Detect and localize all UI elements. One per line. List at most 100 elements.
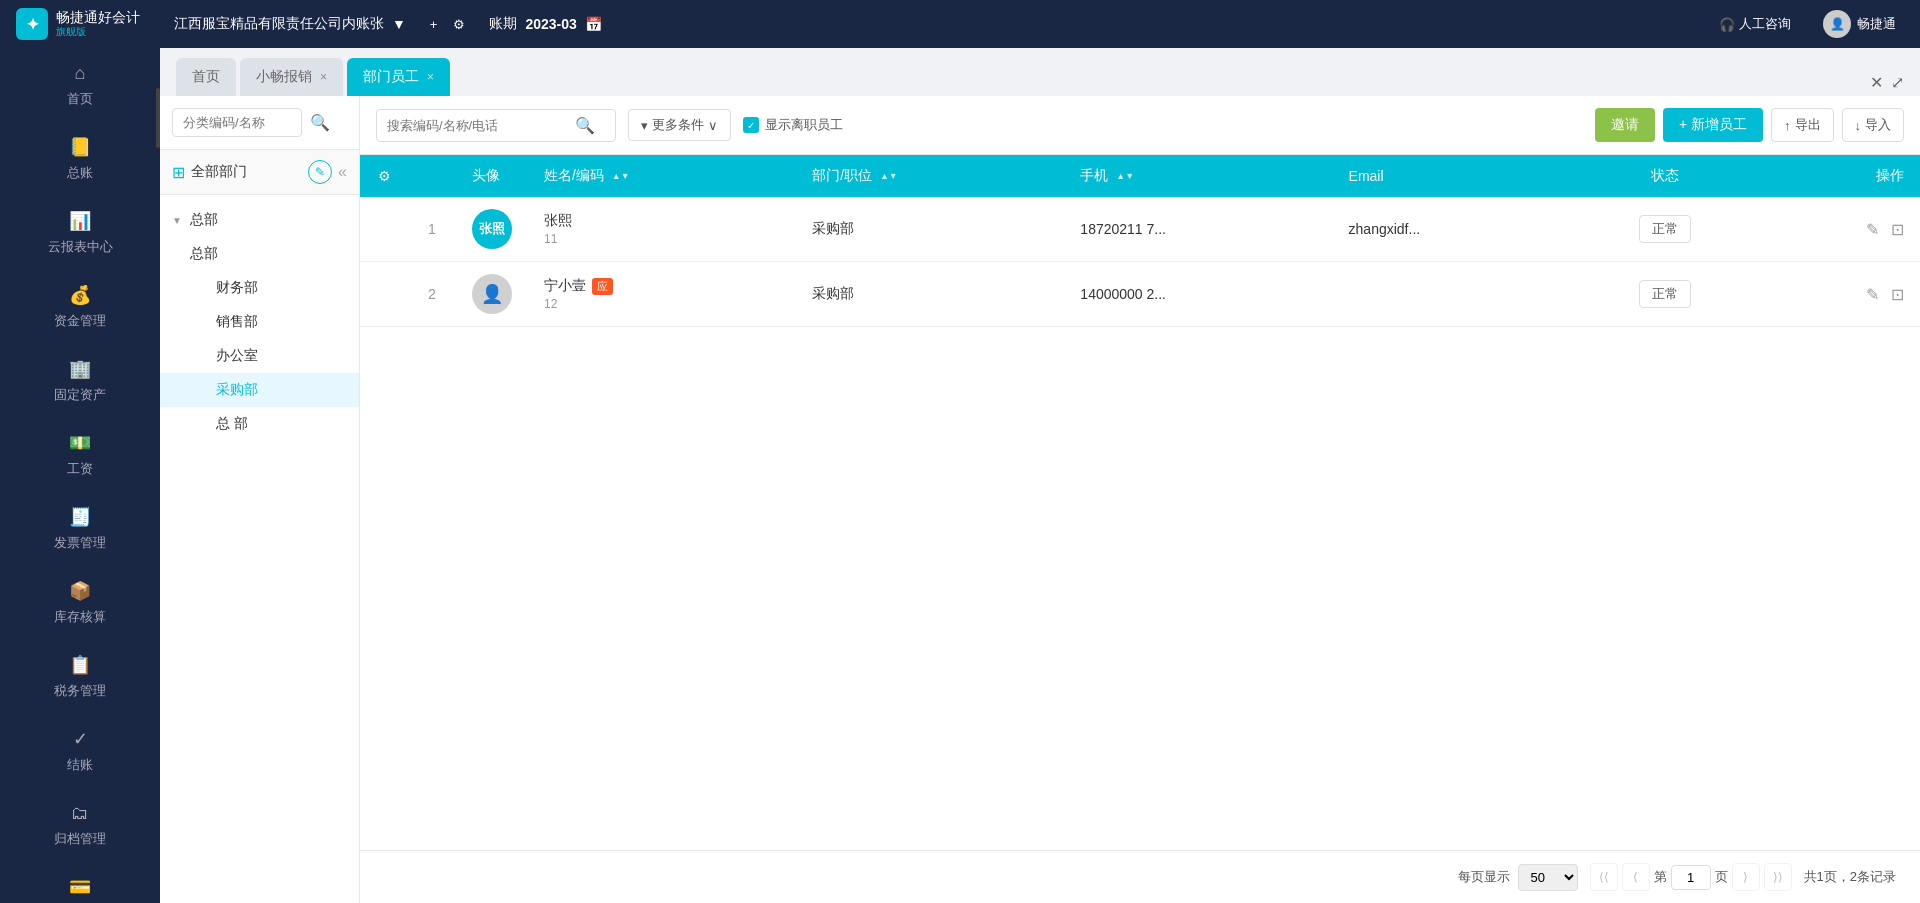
right-panel: 🔍 ▾ 更多条件 ∨ ✓ 显示离职员工 邀请 + 新增员工 <box>360 96 1920 903</box>
tab-close-1[interactable]: × <box>320 70 327 84</box>
prev-page-btn[interactable]: ⟨ <box>1622 863 1650 891</box>
export-label: 导出 <box>1795 116 1821 134</box>
dept-edit-btn[interactable]: ✎ <box>308 160 332 184</box>
sidebar-item-expense[interactable]: 💳 小畅报销 <box>0 862 160 903</box>
sidebar-item-tax[interactable]: 📋 税务管理 <box>0 640 160 714</box>
col-status: 状态 <box>1569 155 1761 197</box>
name-sort-arrows: ▲▼ <box>612 172 630 181</box>
dept-node-5[interactable]: 总 部 <box>160 407 359 441</box>
user-btn[interactable]: 👤 畅捷通 <box>1815 6 1904 42</box>
sidebar-nav: ⌂ 首页 📒 总账 📊 云报表中心 💰 资金管理 🏢 固定资产 💵 工资 🧾 发… <box>0 48 160 903</box>
dept-node-4[interactable]: 采购部 <box>160 373 359 407</box>
tab-小畅报销[interactable]: 小畅报销× <box>240 58 343 96</box>
first-page-btn[interactable]: ⟨⟨ <box>1590 863 1618 891</box>
invite-btn[interactable]: 邀请 <box>1595 108 1655 142</box>
dept-search-input[interactable] <box>172 108 302 137</box>
sidebar-icon-general: 📒 <box>69 136 91 158</box>
dept-root[interactable]: ▼总部 <box>160 203 359 237</box>
sidebar-icon-home: ⌂ <box>69 62 91 84</box>
sidebar-label-tax: 税务管理 <box>54 682 106 700</box>
email-col-0: zhangxidf... <box>1333 197 1569 262</box>
tab-label-2: 部门员工 <box>363 68 419 86</box>
more-btn-0[interactable]: ⊡ <box>1891 220 1904 239</box>
dept-node-3[interactable]: 办公室 <box>160 339 359 373</box>
col-settings[interactable]: ⚙ <box>360 155 408 197</box>
close-tab-btn[interactable]: ✕ <box>1870 73 1883 92</box>
expand-tab-btn[interactable]: ⤢ <box>1891 73 1904 92</box>
show-resigned-toggle[interactable]: ✓ 显示离职员工 <box>743 116 843 134</box>
sidebar-label-assets: 固定资产 <box>54 386 106 404</box>
sidebar-item-salary[interactable]: 💵 工资 <box>0 418 160 492</box>
more-btn-1[interactable]: ⊡ <box>1891 285 1904 304</box>
page-input-area: 第 页 <box>1654 865 1728 890</box>
col-phone[interactable]: 手机 ▲▼ <box>1064 155 1332 197</box>
add-icon: + <box>430 17 438 32</box>
tab-close-2[interactable]: × <box>427 70 434 84</box>
action-col-0: ✎ ⊡ <box>1760 197 1920 262</box>
per-page-label: 每页显示 <box>1458 868 1510 886</box>
employee-search-input[interactable] <box>387 118 567 133</box>
add-employee-btn[interactable]: + 新增员工 <box>1663 108 1763 142</box>
export-btn[interactable]: ↑ 导出 <box>1771 108 1834 142</box>
sidebar-item-invoice[interactable]: 🧾 发票管理 <box>0 492 160 566</box>
tab-首页[interactable]: 首页 <box>176 58 236 96</box>
import-icon: ↓ <box>1855 118 1862 133</box>
avatar-0: 张照 <box>472 209 512 249</box>
status-col-1: 正常 <box>1569 262 1761 327</box>
dept-actions: ✎ « <box>308 160 347 184</box>
dept-node-0[interactable]: 总部 <box>160 237 359 271</box>
page-suffix: 页 <box>1715 868 1728 886</box>
status-badge-1: 正常 <box>1639 280 1691 308</box>
action-icons-1: ✎ ⊡ <box>1776 285 1904 304</box>
import-btn[interactable]: ↓ 导入 <box>1842 108 1905 142</box>
sidebar-icon-archive: 🗂 <box>69 802 91 824</box>
row-index-0: 1 <box>408 197 456 262</box>
company-name: 江西服宝精品有限责任公司内账张 <box>174 15 384 33</box>
col-name[interactable]: 姓名/编码 ▲▼ <box>528 155 796 197</box>
sidebar-item-close[interactable]: ✓ 结账 <box>0 714 160 788</box>
add-company-btn[interactable]: + <box>422 13 446 36</box>
dept-collapse-btn[interactable]: « <box>338 163 347 181</box>
sidebar-item-archive[interactable]: 🗂 归档管理 <box>0 788 160 862</box>
col-dept[interactable]: 部门/职位 ▲▼ <box>796 155 1064 197</box>
sidebar-item-assets[interactable]: 🏢 固定资产 <box>0 344 160 418</box>
next-page-btn[interactable]: ⟩ <box>1732 863 1760 891</box>
company-selector[interactable]: 江西服宝精品有限责任公司内账张 ▼ <box>166 11 414 37</box>
page-prefix: 第 <box>1654 868 1667 886</box>
dept-header: ⊞ 全部部门 ✎ « <box>160 150 359 195</box>
col-index <box>408 155 456 197</box>
sidebar-item-home[interactable]: ⌂ 首页 <box>0 48 160 122</box>
sidebar-item-inventory[interactable]: 📦 库存核算 <box>0 566 160 640</box>
sidebar-item-reports[interactable]: 📊 云报表中心 <box>0 196 160 270</box>
tab-部门员工[interactable]: 部门员工 × <box>347 58 450 96</box>
search-icon[interactable]: 🔍 <box>575 116 595 135</box>
filter-btn[interactable]: ▾ 更多条件 ∨ <box>628 109 731 141</box>
sidebar-item-general[interactable]: 📒 总账 <box>0 122 160 196</box>
settings-btn[interactable]: ⚙ <box>445 13 473 36</box>
filter-icon: ▾ <box>641 118 648 133</box>
last-page-btn[interactable]: ⟩⟩ <box>1764 863 1792 891</box>
page-number-input[interactable] <box>1671 865 1711 890</box>
employee-toolbar: 🔍 ▾ 更多条件 ∨ ✓ 显示离职员工 邀请 + 新增员工 <box>360 96 1920 155</box>
sidebar-icon-invoice: 🧾 <box>69 506 91 528</box>
dept-node-1[interactable]: 财务部 <box>160 271 359 305</box>
sidebar-label-general: 总账 <box>67 164 93 182</box>
service-btn[interactable]: 🎧 人工咨询 <box>1711 11 1799 37</box>
export-icon: ↑ <box>1784 118 1791 133</box>
sidebar-icon-tax: 📋 <box>69 654 91 676</box>
dept-root-label: 全部部门 <box>191 163 247 181</box>
dept-node-2[interactable]: 销售部 <box>160 305 359 339</box>
sidebar-icon-close: ✓ <box>69 728 91 750</box>
edit-btn-1[interactable]: ✎ <box>1866 285 1879 304</box>
settings-icon: ⚙ <box>453 17 465 32</box>
sidebar-icon-inventory: 📦 <box>69 580 91 602</box>
sidebar-item-funds[interactable]: 💰 资金管理 <box>0 270 160 344</box>
dept-search-icon[interactable]: 🔍 <box>310 113 330 132</box>
per-page-select[interactable]: 50 10 20 100 <box>1518 864 1578 891</box>
tab-controls: ✕ ⤢ <box>1870 73 1904 96</box>
page-nav: ⟨⟨ ⟨ 第 页 ⟩ ⟩⟩ <box>1590 863 1792 891</box>
calendar-icon[interactable]: 📅 <box>585 16 602 32</box>
dept-col-1: 采购部 <box>796 262 1064 327</box>
page-content: 🔍 ⊞ 全部部门 ✎ « ▼总部总部财务部销售部办公室采购部总 部 <box>160 96 1920 903</box>
edit-btn-0[interactable]: ✎ <box>1866 220 1879 239</box>
